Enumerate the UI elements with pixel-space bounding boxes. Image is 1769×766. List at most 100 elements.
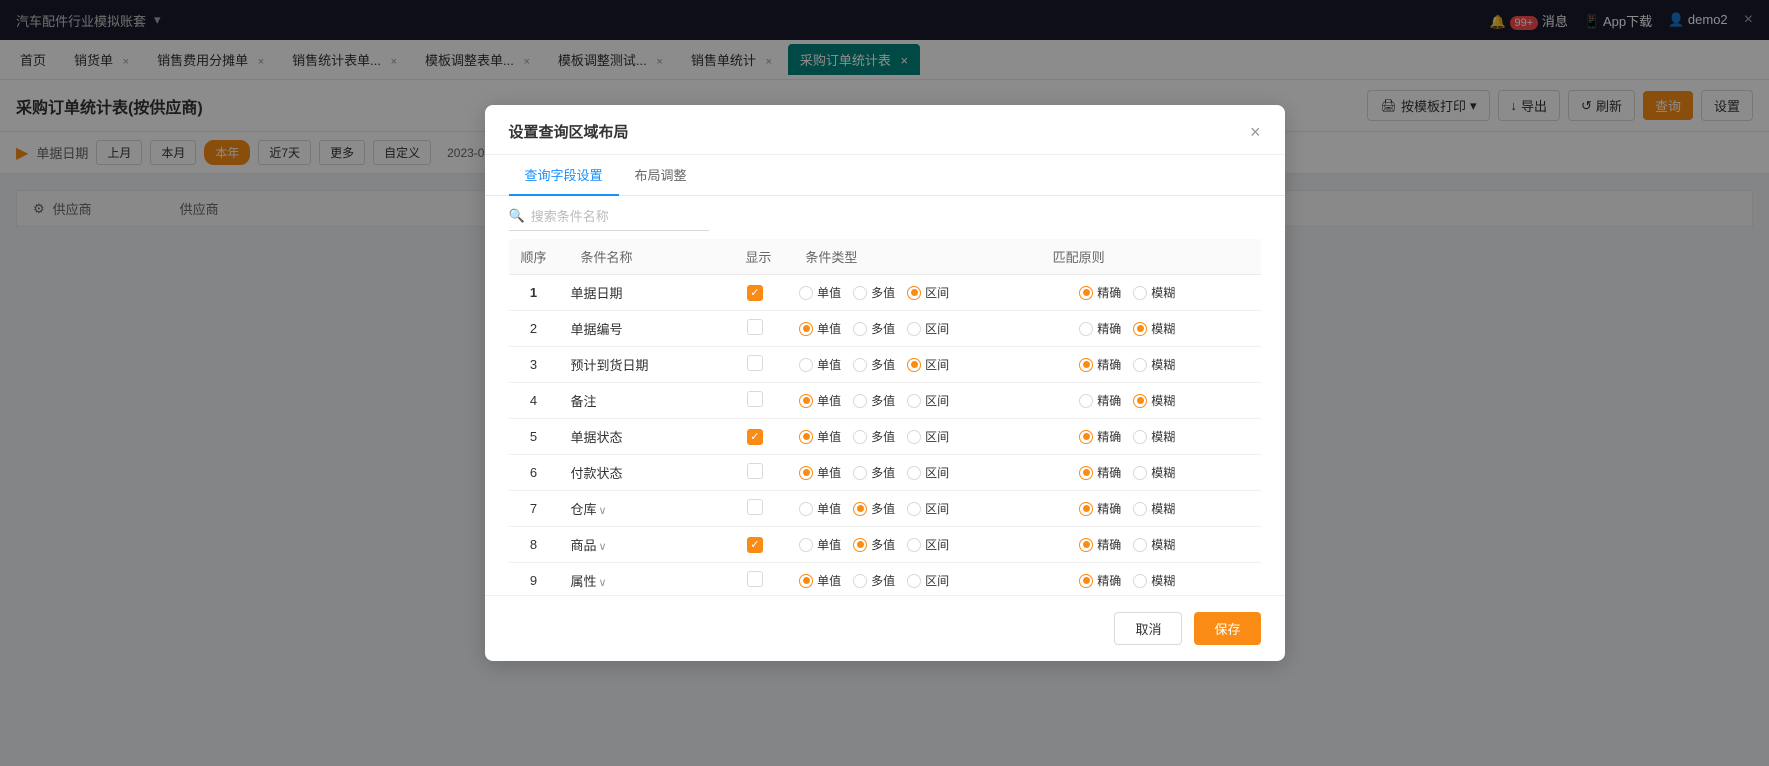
type-single-radio[interactable]	[799, 538, 813, 552]
type-single-radio[interactable]	[799, 466, 813, 480]
match-fuzzy-radio[interactable]	[1133, 574, 1147, 588]
type-single-option[interactable]: 单值	[799, 356, 841, 373]
match-exact-option[interactable]: 精确	[1079, 356, 1121, 373]
type-single-radio[interactable]	[799, 358, 813, 372]
dialog-tab-layout-adjust[interactable]: 布局调整	[619, 155, 703, 196]
type-multi-option[interactable]: 多值	[853, 392, 895, 409]
cancel-button[interactable]: 取消	[1114, 612, 1182, 645]
match-fuzzy-radio[interactable]	[1133, 466, 1147, 480]
type-multi-option[interactable]: 多值	[853, 428, 895, 445]
match-fuzzy-radio[interactable]	[1133, 286, 1147, 300]
type-multi-radio[interactable]	[853, 538, 867, 552]
match-exact-radio[interactable]	[1079, 394, 1093, 408]
match-exact-option[interactable]: 精确	[1079, 284, 1121, 301]
match-fuzzy-option[interactable]: 模糊	[1133, 428, 1175, 445]
match-fuzzy-radio[interactable]	[1133, 538, 1147, 552]
type-multi-radio[interactable]	[853, 502, 867, 516]
display-checkbox[interactable]	[747, 319, 763, 335]
match-exact-radio[interactable]	[1079, 502, 1093, 516]
match-fuzzy-option[interactable]: 模糊	[1133, 392, 1175, 409]
match-fuzzy-option[interactable]: 模糊	[1133, 536, 1175, 553]
display-checkbox[interactable]	[747, 391, 763, 407]
type-multi-option[interactable]: 多值	[853, 464, 895, 481]
type-single-option[interactable]: 单值	[799, 536, 841, 553]
type-single-option[interactable]: 单值	[799, 320, 841, 337]
type-multi-option[interactable]: 多值	[853, 500, 895, 517]
type-single-option[interactable]: 单值	[799, 428, 841, 445]
type-single-option[interactable]: 单值	[799, 572, 841, 589]
type-single-option[interactable]: 单值	[799, 464, 841, 481]
match-exact-option[interactable]: 精确	[1079, 320, 1121, 337]
type-range-radio[interactable]	[907, 466, 921, 480]
type-single-radio[interactable]	[799, 502, 813, 516]
row-dropdown-icon[interactable]: ∨	[599, 505, 607, 517]
type-range-radio[interactable]	[907, 502, 921, 516]
match-fuzzy-option[interactable]: 模糊	[1133, 284, 1175, 301]
match-exact-option[interactable]: 精确	[1079, 500, 1121, 517]
match-fuzzy-option[interactable]: 模糊	[1133, 500, 1175, 517]
dialog-tab-field-settings[interactable]: 查询字段设置	[509, 155, 619, 196]
save-button[interactable]: 保存	[1194, 612, 1260, 645]
type-multi-radio[interactable]	[853, 286, 867, 300]
type-range-option[interactable]: 区间	[907, 536, 949, 553]
dialog-close-button[interactable]: ×	[1250, 123, 1261, 141]
display-checkbox[interactable]	[747, 285, 763, 301]
match-fuzzy-radio[interactable]	[1133, 394, 1147, 408]
type-multi-radio[interactable]	[853, 574, 867, 588]
type-range-radio[interactable]	[907, 394, 921, 408]
type-multi-radio[interactable]	[853, 466, 867, 480]
row-dropdown-icon[interactable]: ∨	[599, 541, 607, 553]
display-checkbox[interactable]	[747, 355, 763, 371]
row-dropdown-icon[interactable]: ∨	[599, 577, 607, 589]
display-checkbox[interactable]	[747, 537, 763, 553]
match-exact-radio[interactable]	[1079, 430, 1093, 444]
type-range-option[interactable]: 区间	[907, 284, 949, 301]
match-fuzzy-option[interactable]: 模糊	[1133, 356, 1175, 373]
type-single-radio[interactable]	[799, 574, 813, 588]
type-multi-option[interactable]: 多值	[853, 536, 895, 553]
type-range-option[interactable]: 区间	[907, 392, 949, 409]
match-exact-option[interactable]: 精确	[1079, 536, 1121, 553]
type-single-option[interactable]: 单值	[799, 284, 841, 301]
type-range-radio[interactable]	[907, 322, 921, 336]
type-single-option[interactable]: 单值	[799, 500, 841, 517]
match-exact-radio[interactable]	[1079, 358, 1093, 372]
type-multi-radio[interactable]	[853, 430, 867, 444]
type-range-radio[interactable]	[907, 574, 921, 588]
type-multi-option[interactable]: 多值	[853, 572, 895, 589]
type-single-radio[interactable]	[799, 322, 813, 336]
display-checkbox[interactable]	[747, 463, 763, 479]
type-multi-radio[interactable]	[853, 394, 867, 408]
type-range-radio[interactable]	[907, 286, 921, 300]
type-range-option[interactable]: 区间	[907, 320, 949, 337]
match-exact-radio[interactable]	[1079, 538, 1093, 552]
display-checkbox[interactable]	[747, 429, 763, 445]
match-fuzzy-radio[interactable]	[1133, 358, 1147, 372]
type-range-radio[interactable]	[907, 538, 921, 552]
match-exact-option[interactable]: 精确	[1079, 392, 1121, 409]
type-range-option[interactable]: 区间	[907, 464, 949, 481]
type-single-radio[interactable]	[799, 394, 813, 408]
search-input[interactable]	[531, 209, 701, 224]
type-multi-option[interactable]: 多值	[853, 356, 895, 373]
type-single-option[interactable]: 单值	[799, 392, 841, 409]
match-fuzzy-option[interactable]: 模糊	[1133, 572, 1175, 589]
match-fuzzy-radio[interactable]	[1133, 502, 1147, 516]
type-range-option[interactable]: 区间	[907, 500, 949, 517]
display-checkbox[interactable]	[747, 499, 763, 515]
match-exact-option[interactable]: 精确	[1079, 428, 1121, 445]
match-exact-radio[interactable]	[1079, 322, 1093, 336]
match-exact-radio[interactable]	[1079, 466, 1093, 480]
type-multi-radio[interactable]	[853, 322, 867, 336]
type-single-radio[interactable]	[799, 430, 813, 444]
match-fuzzy-option[interactable]: 模糊	[1133, 320, 1175, 337]
match-exact-option[interactable]: 精确	[1079, 464, 1121, 481]
type-range-option[interactable]: 区间	[907, 428, 949, 445]
match-fuzzy-radio[interactable]	[1133, 430, 1147, 444]
match-fuzzy-radio[interactable]	[1133, 322, 1147, 336]
match-exact-radio[interactable]	[1079, 574, 1093, 588]
type-range-radio[interactable]	[907, 430, 921, 444]
type-multi-radio[interactable]	[853, 358, 867, 372]
type-range-option[interactable]: 区间	[907, 572, 949, 589]
type-range-radio[interactable]	[907, 358, 921, 372]
